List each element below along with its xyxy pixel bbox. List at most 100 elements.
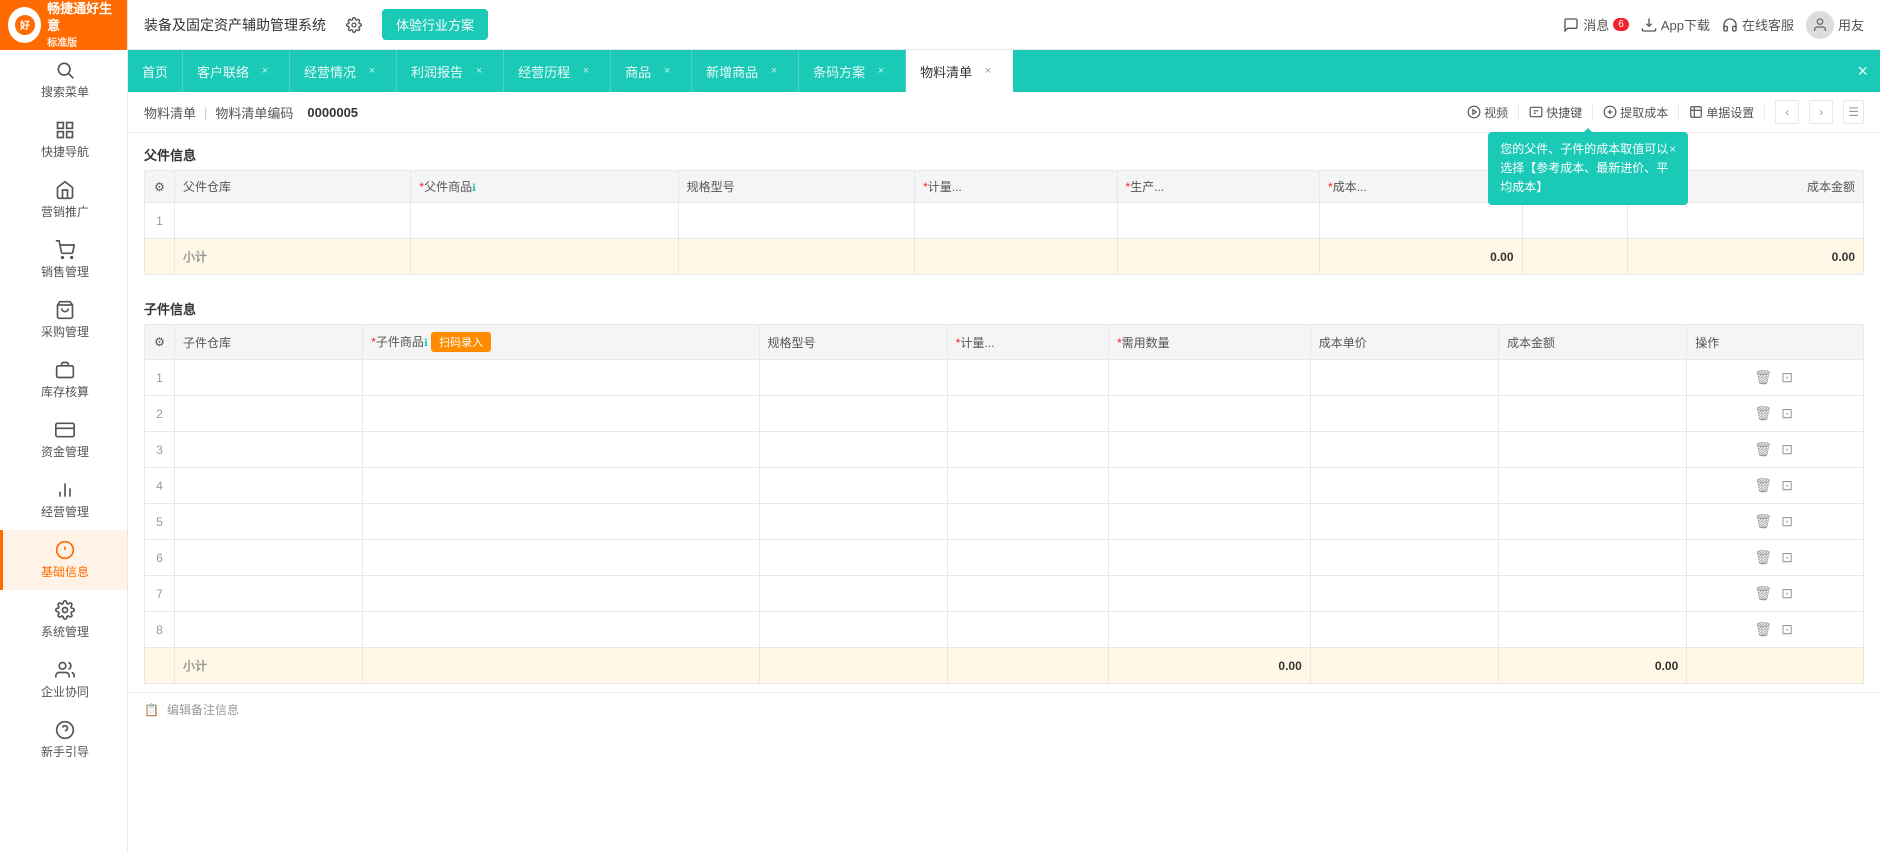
tab-new-goods-close[interactable]: × — [764, 61, 784, 81]
child-qty-6[interactable] — [1109, 540, 1311, 576]
child-spec-8[interactable] — [759, 612, 947, 648]
parent-settings-gear[interactable]: ⚙ — [153, 180, 166, 194]
sidebar-item-finance[interactable]: 资金管理 — [0, 410, 127, 470]
experience-button[interactable]: 体验行业方案 — [382, 9, 488, 40]
parent-spec-1[interactable] — [678, 203, 914, 239]
child-copy-6[interactable]: ⊡ — [1777, 548, 1797, 568]
child-warehouse-5[interactable] — [175, 504, 363, 540]
child-unit-6[interactable] — [947, 540, 1108, 576]
tool-single-settings[interactable]: 单据设置 — [1689, 104, 1754, 121]
child-product-5[interactable] — [363, 504, 759, 540]
child-qty-8[interactable] — [1109, 612, 1311, 648]
child-copy-5[interactable]: ⊡ — [1777, 512, 1797, 532]
child-product-7[interactable] — [363, 576, 759, 612]
sidebar-item-sales[interactable]: 销售管理 — [0, 230, 127, 290]
child-warehouse-6[interactable] — [175, 540, 363, 576]
child-spec-2[interactable] — [759, 396, 947, 432]
child-copy-8[interactable]: ⊡ — [1777, 620, 1797, 640]
sidebar-item-inventory[interactable]: 库存核算 — [0, 350, 127, 410]
tab-profit[interactable]: 利润报告 × — [397, 50, 504, 92]
nav-next[interactable]: › — [1809, 100, 1833, 124]
child-delete-7[interactable]: 🗑 — [1753, 584, 1773, 604]
sidebar-item-quick-nav[interactable]: 快捷导航 — [0, 110, 127, 170]
child-unit-cost-8[interactable] — [1310, 612, 1498, 648]
user-area[interactable]: 用友 — [1806, 11, 1864, 39]
child-spec-6[interactable] — [759, 540, 947, 576]
child-delete-5[interactable]: 🗑 — [1753, 512, 1773, 532]
sidebar-item-basic[interactable]: 基础信息 — [0, 530, 127, 590]
tab-goods-close[interactable]: × — [657, 61, 677, 81]
sidebar-item-purchase[interactable]: 采购管理 — [0, 290, 127, 350]
online-service-btn[interactable]: 在线客服 — [1722, 15, 1794, 34]
close-all-tabs[interactable]: × — [1853, 61, 1872, 82]
child-product-6[interactable] — [363, 540, 759, 576]
child-product-2[interactable] — [363, 396, 759, 432]
child-unit-cost-4[interactable] — [1310, 468, 1498, 504]
child-qty-1[interactable] — [1109, 360, 1311, 396]
child-unit-4[interactable] — [947, 468, 1108, 504]
app-download-btn[interactable]: App下载 — [1641, 15, 1710, 34]
tab-barcode-close[interactable]: × — [871, 61, 891, 81]
child-warehouse-4[interactable] — [175, 468, 363, 504]
child-spec-5[interactable] — [759, 504, 947, 540]
child-unit-cost-6[interactable] — [1310, 540, 1498, 576]
child-warehouse-2[interactable] — [175, 396, 363, 432]
child-qty-3[interactable] — [1109, 432, 1311, 468]
tooltip-close[interactable]: × — [1669, 140, 1676, 159]
child-product-8[interactable] — [363, 612, 759, 648]
child-unit-cost-7[interactable] — [1310, 576, 1498, 612]
child-spec-1[interactable] — [759, 360, 947, 396]
nav-prev[interactable]: ‹ — [1775, 100, 1799, 124]
tab-bom-close[interactable]: × — [978, 61, 998, 81]
child-copy-1[interactable]: ⊡ — [1777, 368, 1797, 388]
nav-menu[interactable]: ☰ — [1843, 100, 1864, 124]
child-warehouse-8[interactable] — [175, 612, 363, 648]
child-qty-5[interactable] — [1109, 504, 1311, 540]
child-unit-cost-1[interactable] — [1310, 360, 1498, 396]
bottom-label[interactable]: 编辑备注信息 — [167, 701, 239, 718]
parent-product-info-icon[interactable]: ℹ — [472, 183, 476, 194]
child-product-3[interactable] — [363, 432, 759, 468]
tool-extract-cost[interactable]: 提取成本 × 您的父件、子件的成本取值可以选择【参考成本、最新进价、平均成本】 — [1603, 104, 1668, 121]
child-product-info-icon[interactable]: ℹ — [424, 338, 428, 349]
tool-shortcut[interactable]: 快捷键 — [1529, 104, 1582, 121]
sidebar-item-search[interactable]: 搜索菜单 — [0, 50, 127, 110]
tab-history[interactable]: 经营历程 × — [504, 50, 611, 92]
tab-home[interactable]: 首页 — [128, 50, 183, 92]
child-delete-2[interactable]: 🗑 — [1753, 404, 1773, 424]
child-spec-3[interactable] — [759, 432, 947, 468]
child-unit-7[interactable] — [947, 576, 1108, 612]
parent-unit-1[interactable] — [915, 203, 1117, 239]
tab-profit-close[interactable]: × — [469, 61, 489, 81]
child-copy-2[interactable]: ⊡ — [1777, 404, 1797, 424]
sidebar-item-marketing[interactable]: 营销推广 — [0, 170, 127, 230]
child-warehouse-7[interactable] — [175, 576, 363, 612]
tab-operation-status-close[interactable]: × — [362, 61, 382, 81]
child-unit-3[interactable] — [947, 432, 1108, 468]
sidebar-item-operation[interactable]: 经营管理 — [0, 470, 127, 530]
child-unit-cost-5[interactable] — [1310, 504, 1498, 540]
tab-goods[interactable]: 商品 × — [611, 50, 692, 92]
settings-button[interactable] — [338, 13, 370, 37]
parent-production-1[interactable] — [1117, 203, 1319, 239]
child-spec-4[interactable] — [759, 468, 947, 504]
message-btn[interactable]: 消息 6 — [1563, 15, 1629, 34]
tab-new-goods[interactable]: 新增商品 × — [692, 50, 799, 92]
child-unit-2[interactable] — [947, 396, 1108, 432]
child-delete-1[interactable]: 🗑 — [1753, 368, 1773, 388]
tab-customer[interactable]: 客户联络 × — [183, 50, 290, 92]
tool-video[interactable]: 视频 — [1467, 104, 1508, 121]
child-warehouse-1[interactable] — [175, 360, 363, 396]
child-delete-4[interactable]: 🗑 — [1753, 476, 1773, 496]
tab-history-close[interactable]: × — [576, 61, 596, 81]
child-delete-6[interactable]: 🗑 — [1753, 548, 1773, 568]
tab-bom[interactable]: 物料清单 × — [906, 50, 1013, 92]
sidebar-item-enterprise[interactable]: 企业协同 — [0, 650, 127, 710]
tab-operation-status[interactable]: 经营情况 × — [290, 50, 397, 92]
child-delete-3[interactable]: 🗑 — [1753, 440, 1773, 460]
child-qty-7[interactable] — [1109, 576, 1311, 612]
parent-warehouse-1[interactable] — [175, 203, 411, 239]
child-qty-4[interactable] — [1109, 468, 1311, 504]
child-unit-1[interactable] — [947, 360, 1108, 396]
parent-cost-1[interactable] — [1320, 203, 1522, 239]
